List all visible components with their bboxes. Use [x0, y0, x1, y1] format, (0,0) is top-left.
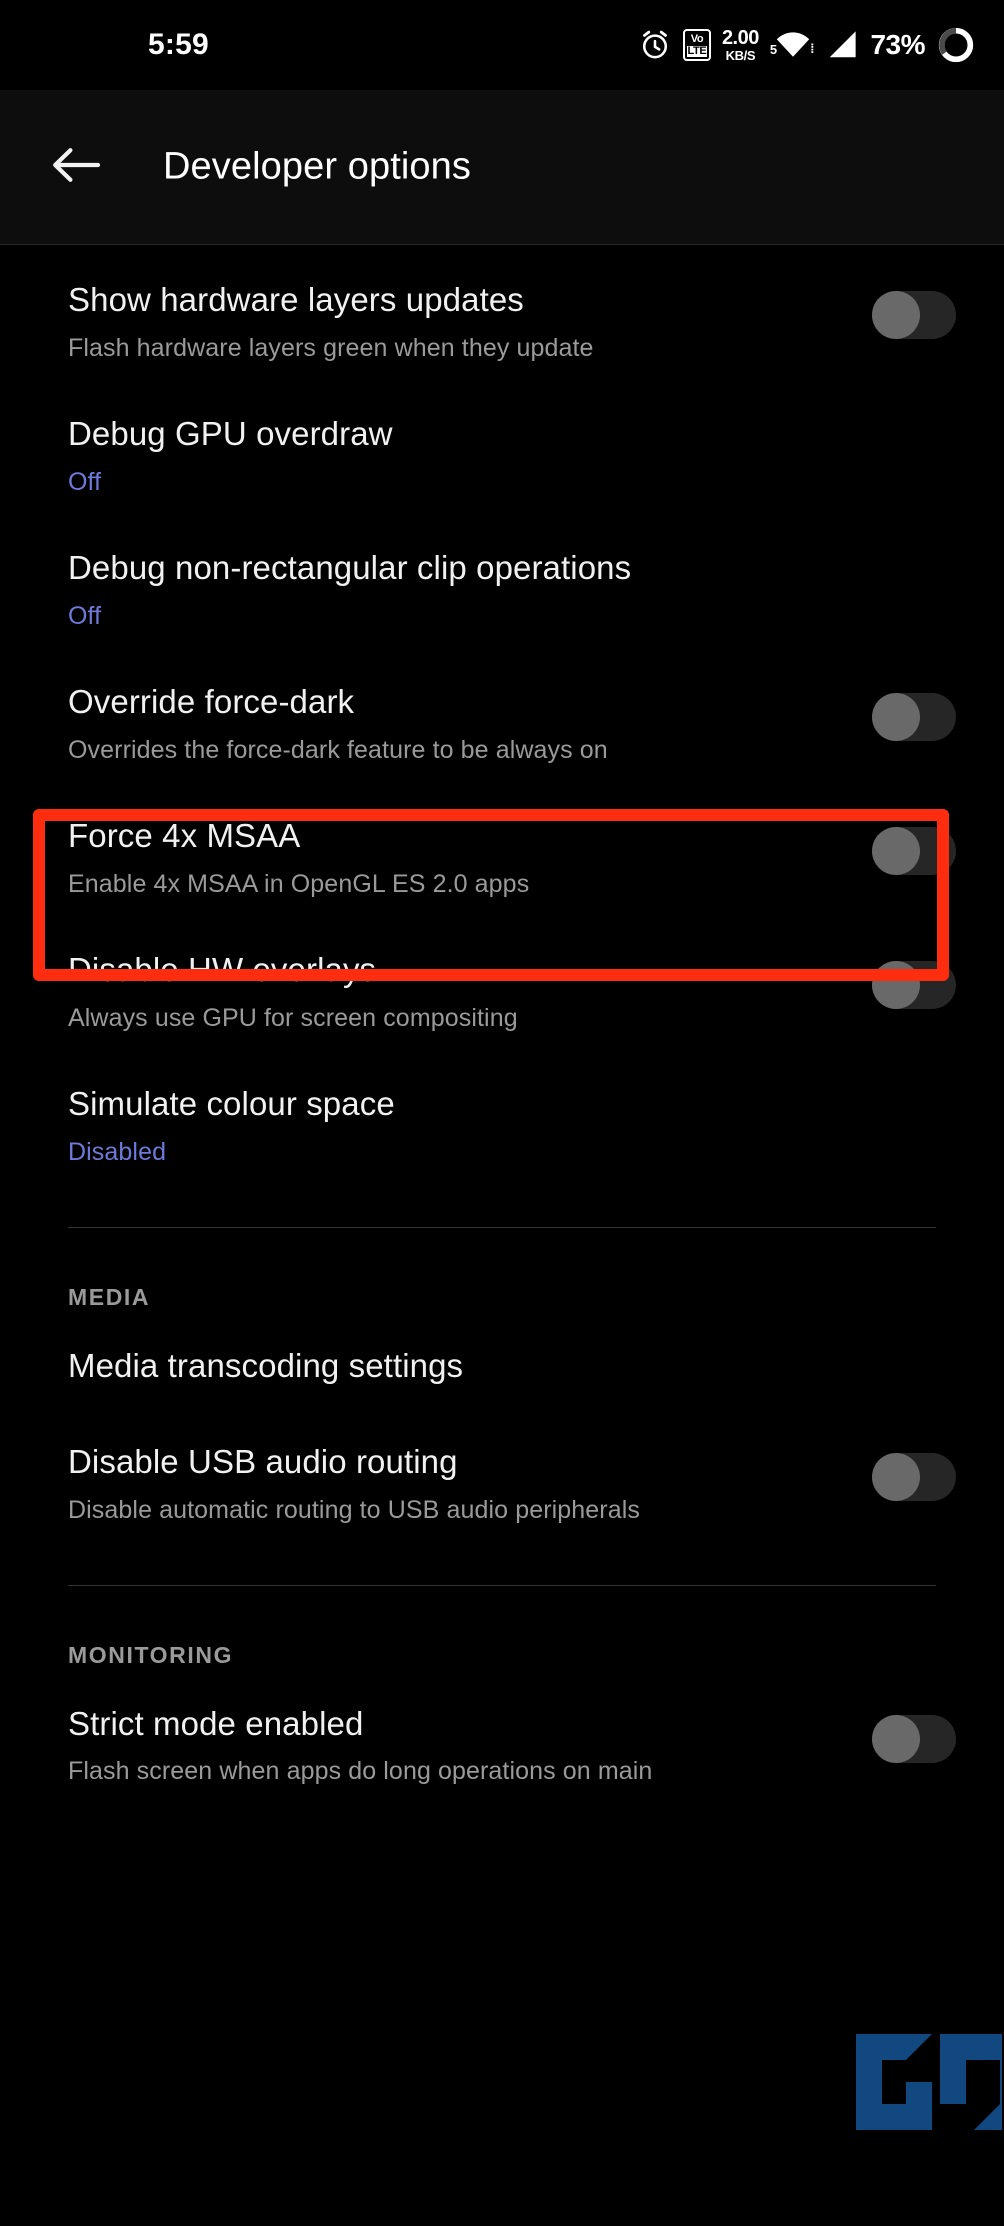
setting-title: Override force-dark	[68, 682, 355, 720]
alarm-clock-icon	[638, 28, 672, 62]
setting-title: Show hardware layers updates	[68, 281, 524, 318]
status-bar: 5:59 Vo LTE 2.00 KB/S 5 ⁞ 73%	[0, 0, 1004, 90]
volte-icon: Vo LTE	[682, 29, 711, 61]
toggle-knob	[872, 960, 920, 1009]
wifi-transfer-dots-icon: ⁞	[810, 41, 815, 56]
back-button[interactable]	[48, 139, 104, 195]
setting-row-force-4x-msaa[interactable]: Force 4x MSAA Enable 4x MSAA in OpenGL E…	[0, 791, 1004, 925]
row-text: Strict mode enabled Flash screen when ap…	[68, 1705, 872, 1787]
row-text: Debug GPU overdraw Off	[68, 415, 956, 497]
row-control	[872, 1443, 956, 1501]
row-text: Force 4x MSAA Enable 4x MSAA in OpenGL E…	[68, 817, 872, 899]
volte-bottom-label: LTE	[686, 44, 708, 57]
row-text: Show hardware layers updates Flash hardw…	[68, 281, 872, 363]
toggle-override-force-dark[interactable]	[872, 692, 956, 741]
setting-subtitle: Enable 4x MSAA in OpenGL ES 2.0 apps	[68, 869, 530, 898]
row-control	[872, 817, 956, 875]
toggle-strict-mode-enabled[interactable]	[872, 1714, 956, 1763]
toggle-force-4x-msaa[interactable]	[872, 826, 956, 875]
network-speed-unit: KB/S	[725, 47, 756, 63]
setting-title: Disable USB audio routing	[68, 1442, 458, 1480]
setting-value: Off	[68, 601, 102, 630]
row-control	[872, 281, 956, 339]
network-speed-indicator: 2.00 KB/S	[721, 26, 759, 63]
back-arrow-icon	[50, 145, 102, 190]
row-text: Disable USB audio routing Disable automa…	[68, 1443, 872, 1525]
setting-value: Disabled	[68, 1137, 167, 1166]
section-header-media: MEDIA	[68, 1283, 151, 1310]
setting-subtitle: Always use GPU for screen compositing	[68, 1003, 518, 1032]
setting-row-override-force-dark[interactable]: Override force-dark Overrides the force-…	[0, 657, 1004, 791]
status-bar-icons: Vo LTE 2.00 KB/S 5 ⁞ 73%	[638, 22, 976, 68]
app-bar: Developer options	[0, 90, 1004, 245]
network-speed-value: 2.00	[721, 26, 759, 49]
setting-row-disable-usb-audio-routing[interactable]: Disable USB audio routing Disable automa…	[0, 1417, 1004, 1551]
row-text: Override force-dark Overrides the force-…	[68, 683, 872, 765]
page-title: Developer options	[163, 145, 472, 188]
row-control	[872, 951, 956, 1009]
setting-title: Debug GPU overdraw	[68, 414, 393, 452]
setting-title: Media transcoding settings	[68, 1346, 464, 1384]
setting-title: Force 4x MSAA	[68, 816, 301, 854]
row-text: Media transcoding settings	[68, 1347, 956, 1386]
setting-subtitle: Disable automatic routing to USB audio p…	[68, 1495, 640, 1524]
toggle-disable-hw-overlays[interactable]	[872, 960, 956, 1009]
toggle-show-hardware-layers-updates[interactable]	[872, 291, 956, 339]
volte-top-label: Vo	[690, 32, 704, 45]
battery-percent-label: 73%	[870, 29, 925, 60]
setting-row-show-hardware-layers-updates[interactable]: Show hardware layers updates Flash hardw…	[0, 255, 1004, 389]
setting-title: Disable HW overlays	[68, 950, 377, 988]
toggle-knob	[872, 692, 920, 741]
setting-row-simulate-colour-space[interactable]: Simulate colour space Disabled	[0, 1059, 1004, 1193]
battery-ring-icon	[936, 25, 976, 65]
setting-value: Off	[68, 467, 102, 496]
setting-row-disable-hw-overlays[interactable]: Disable HW overlays Always use GPU for s…	[0, 925, 1004, 1059]
toggle-knob	[872, 826, 920, 875]
cellular-signal-icon	[825, 30, 859, 60]
gj-logo-watermark	[854, 2032, 1004, 2142]
settings-list: Show hardware layers updates Flash hardw…	[0, 245, 1004, 1812]
setting-row-media-transcoding-settings[interactable]: Media transcoding settings	[0, 1321, 1004, 1417]
toggle-knob	[872, 291, 920, 339]
phone-screen: 5:59 Vo LTE 2.00 KB/S 5 ⁞ 73% Developer …	[0, 0, 1004, 2226]
status-bar-clock: 5:59	[148, 28, 209, 61]
setting-row-strict-mode-enabled[interactable]: Strict mode enabled Flash screen when ap…	[0, 1679, 1004, 1813]
wifi-icon	[775, 31, 811, 59]
setting-title: Debug non-rectangular clip operations	[68, 548, 632, 586]
row-text: Simulate colour space Disabled	[68, 1085, 956, 1167]
setting-subtitle: Flash screen when apps do long operation…	[68, 1757, 653, 1786]
toggle-disable-usb-audio-routing[interactable]	[872, 1452, 956, 1501]
setting-subtitle: Overrides the force-dark feature to be a…	[68, 735, 608, 764]
setting-row-debug-non-rectangular-clip-operations[interactable]: Debug non-rectangular clip operations Of…	[0, 523, 1004, 657]
section-header-monitoring: MONITORING	[68, 1641, 234, 1668]
wifi-indicator: 5 ⁞	[770, 31, 815, 59]
setting-title: Simulate colour space	[68, 1084, 395, 1122]
setting-subtitle: Flash hardware layers green when they up…	[68, 333, 594, 362]
row-text: Debug non-rectangular clip operations Of…	[68, 549, 956, 631]
row-text: Disable HW overlays Always use GPU for s…	[68, 951, 872, 1033]
setting-row-debug-gpu-overdraw[interactable]: Debug GPU overdraw Off	[0, 389, 1004, 523]
toggle-knob	[872, 1452, 920, 1501]
row-control	[872, 683, 956, 741]
setting-title: Strict mode enabled	[68, 1704, 364, 1742]
row-control	[872, 1705, 956, 1763]
toggle-knob	[872, 1714, 920, 1763]
